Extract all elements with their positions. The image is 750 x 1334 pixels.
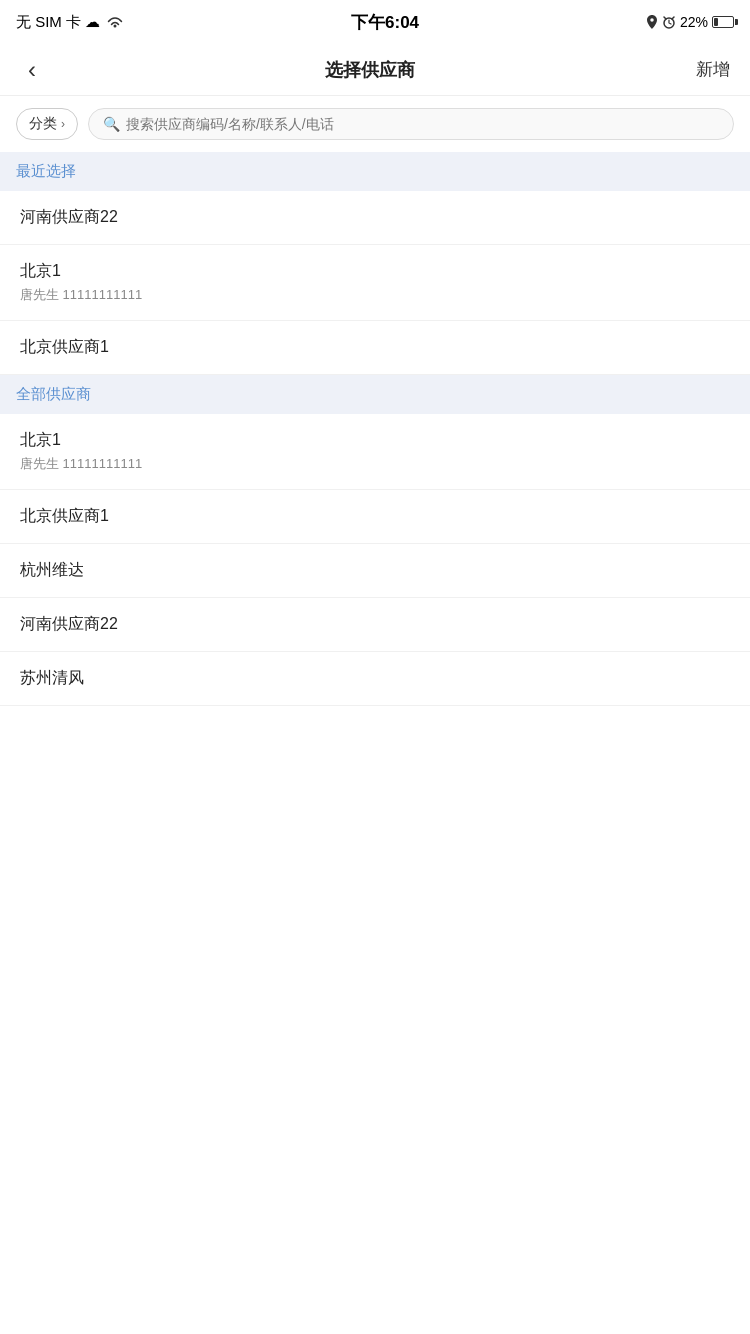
recent-section-label: 最近选择: [16, 162, 76, 179]
search-box[interactable]: 🔍: [88, 108, 734, 140]
all-section-label: 全部供应商: [16, 385, 91, 402]
status-time: 下午6:04: [351, 11, 419, 34]
nav-bar: ‹ 选择供应商 新增: [0, 44, 750, 96]
search-input[interactable]: [126, 116, 719, 132]
add-button[interactable]: 新增: [696, 58, 730, 81]
search-area: 分类 › 🔍: [0, 96, 750, 152]
item-name: 北京供应商1: [20, 337, 730, 358]
page-title: 选择供应商: [325, 58, 415, 82]
search-icon: 🔍: [103, 116, 120, 132]
recent-section-header: 最近选择: [0, 152, 750, 191]
sim-status: 无 SIM 卡 ☁: [16, 13, 100, 32]
back-button[interactable]: ‹: [20, 48, 44, 92]
list-item[interactable]: 北京供应商1: [0, 490, 750, 544]
item-name: 杭州维达: [20, 560, 730, 581]
status-right: 22%: [646, 14, 734, 30]
item-name: 河南供应商22: [20, 207, 730, 228]
list-item[interactable]: 苏州清风: [0, 652, 750, 706]
list-item[interactable]: 河南供应商22: [0, 598, 750, 652]
recent-list: 河南供应商22 北京1 唐先生 11111111111 北京供应商1: [0, 191, 750, 375]
chevron-right-icon: ›: [61, 117, 65, 131]
battery-percent: 22%: [680, 14, 708, 30]
status-left: 无 SIM 卡 ☁: [16, 13, 124, 32]
item-sub: 唐先生 11111111111: [20, 455, 730, 473]
list-item[interactable]: 北京1 唐先生 11111111111: [0, 245, 750, 321]
item-name: 北京供应商1: [20, 506, 730, 527]
status-bar: 无 SIM 卡 ☁ 下午6:04 22%: [0, 0, 750, 44]
all-list: 北京1 唐先生 11111111111 北京供应商1 杭州维达河南供应商22 苏州清风: [0, 414, 750, 706]
list-item[interactable]: 北京1 唐先生 11111111111: [0, 414, 750, 490]
list-item[interactable]: 杭州维达: [0, 544, 750, 598]
item-name: 苏州清风: [20, 668, 730, 689]
battery-icon: [712, 16, 734, 28]
location-icon: [646, 15, 658, 29]
category-label: 分类: [29, 115, 57, 133]
wifi-icon: [106, 15, 124, 29]
item-name: 河南供应商22: [20, 614, 730, 635]
category-button[interactable]: 分类 ›: [16, 108, 78, 140]
item-name: 北京1: [20, 430, 730, 451]
all-section-header: 全部供应商: [0, 375, 750, 414]
item-name: 北京1: [20, 261, 730, 282]
alarm-icon: [662, 15, 676, 29]
list-item[interactable]: 北京供应商1: [0, 321, 750, 375]
list-item[interactable]: 河南供应商22: [0, 191, 750, 245]
item-sub: 唐先生 11111111111: [20, 286, 730, 304]
